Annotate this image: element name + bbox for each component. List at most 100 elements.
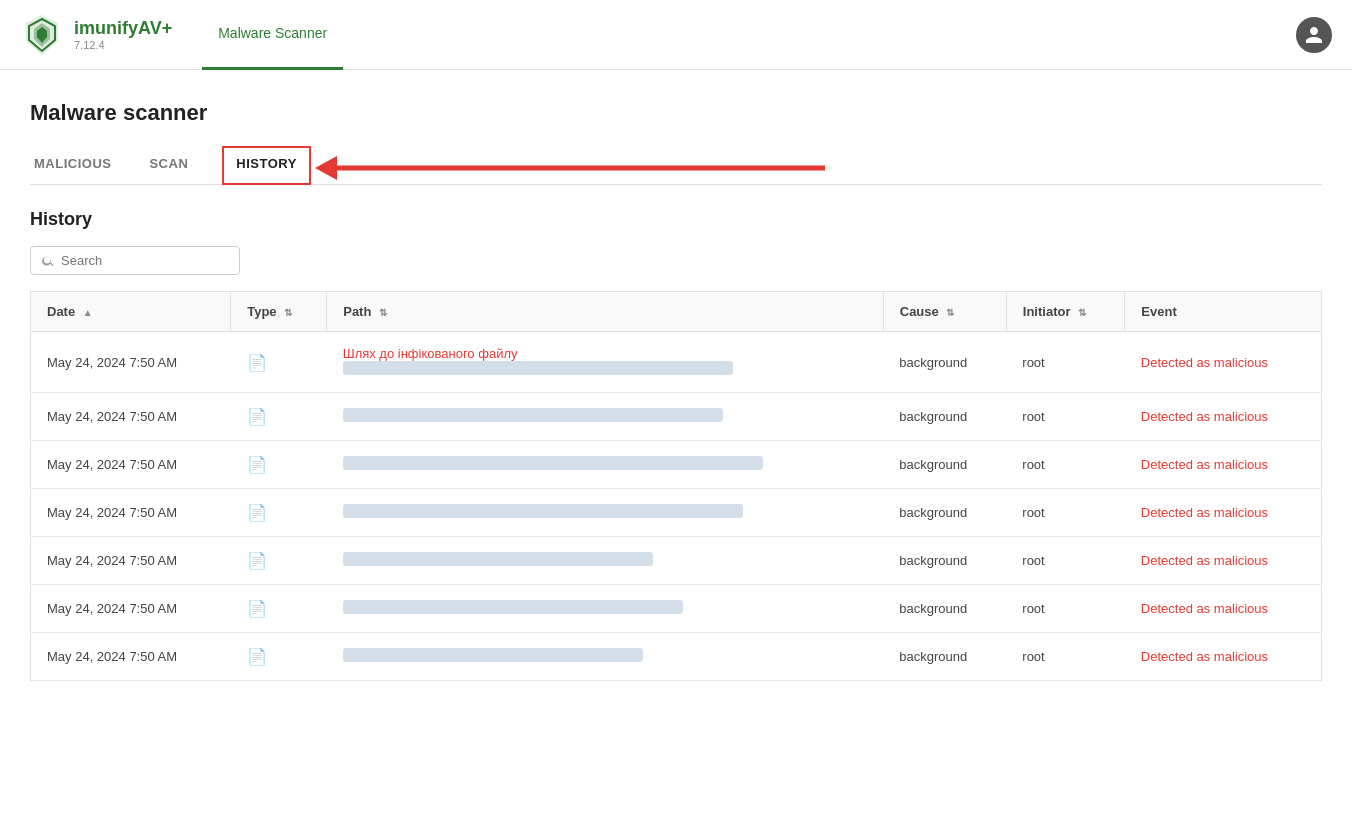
- cell-initiator: root: [1006, 332, 1125, 393]
- cell-type: 📄: [231, 441, 327, 489]
- cell-cause: background: [883, 393, 1006, 441]
- cell-date: May 24, 2024 7:50 AM: [31, 585, 231, 633]
- path-blurred: [343, 552, 653, 566]
- tab-history[interactable]: HISTORY: [222, 146, 311, 185]
- cell-initiator: root: [1006, 441, 1125, 489]
- event-label: Detected as malicious: [1141, 649, 1268, 664]
- sort-icon-date: ▲: [83, 307, 93, 318]
- cell-cause: background: [883, 332, 1006, 393]
- sort-icon-type: ⇅: [284, 307, 292, 318]
- col-path[interactable]: Path ⇅: [327, 292, 884, 332]
- cell-path: Шлях до інфікованого файлу: [327, 332, 884, 393]
- cell-date: May 24, 2024 7:50 AM: [31, 537, 231, 585]
- history-table: Date ▲ Type ⇅ Path ⇅ Cause ⇅ Initiator ⇅…: [30, 291, 1322, 681]
- cell-type: 📄: [231, 633, 327, 681]
- col-type[interactable]: Type ⇅: [231, 292, 327, 332]
- logo-version: 7.12.4: [74, 39, 172, 51]
- event-label: Detected as malicious: [1141, 409, 1268, 424]
- table-row: May 24, 2024 7:50 AM 📄 backgroundroot Detec…: [31, 537, 1322, 585]
- user-icon: [1304, 25, 1324, 45]
- logo-area: imunifyAV+ 7.12.4: [20, 13, 172, 57]
- search-icon: [41, 254, 55, 268]
- cell-date: May 24, 2024 7:50 AM: [31, 633, 231, 681]
- cell-event: Detected as malicious: [1125, 393, 1322, 441]
- cell-event: Detected as malicious: [1125, 489, 1322, 537]
- sort-icon-path: ⇅: [379, 307, 387, 318]
- file-icon: 📄: [247, 552, 267, 569]
- file-icon: 📄: [247, 504, 267, 521]
- event-label: Detected as malicious: [1141, 355, 1268, 370]
- cell-event: Detected as malicious: [1125, 537, 1322, 585]
- event-label: Detected as malicious: [1141, 553, 1268, 568]
- cell-initiator: root: [1006, 585, 1125, 633]
- cell-path: [327, 585, 884, 633]
- col-cause[interactable]: Cause ⇅: [883, 292, 1006, 332]
- page-content: Malware scanner MALICIOUS SCAN HISTORY H…: [0, 70, 1352, 824]
- col-initiator[interactable]: Initiator ⇅: [1006, 292, 1125, 332]
- path-blurred: [343, 408, 723, 422]
- cell-initiator: root: [1006, 489, 1125, 537]
- cell-path: [327, 393, 884, 441]
- path-blurred: [343, 361, 733, 375]
- col-event: Event: [1125, 292, 1322, 332]
- cell-event: Detected as malicious: [1125, 633, 1322, 681]
- cell-path: [327, 441, 884, 489]
- sub-tabs: MALICIOUS SCAN HISTORY: [30, 146, 1322, 185]
- search-input[interactable]: [61, 253, 229, 268]
- path-label: Шлях до інфікованого файлу: [343, 346, 868, 361]
- cell-initiator: root: [1006, 393, 1125, 441]
- cell-type: 📄: [231, 489, 327, 537]
- cell-cause: background: [883, 441, 1006, 489]
- cell-event: Detected as malicious: [1125, 441, 1322, 489]
- cell-path: [327, 489, 884, 537]
- table-row: May 24, 2024 7:50 AM📄 backgroundroot Detec…: [31, 441, 1322, 489]
- cell-type: 📄: [231, 332, 327, 393]
- logo-icon: [20, 13, 64, 57]
- cell-date: May 24, 2024 7:50 AM: [31, 393, 231, 441]
- sort-icon-cause: ⇅: [946, 307, 954, 318]
- app-header: imunifyAV+ 7.12.4 Malware Scanner: [0, 0, 1352, 70]
- table-row: May 24, 2024 7:50 AM📄 backgroundroot Detec…: [31, 633, 1322, 681]
- cell-event: Detected as malicious: [1125, 585, 1322, 633]
- file-icon: 📄: [247, 354, 267, 371]
- cell-cause: background: [883, 489, 1006, 537]
- cell-initiator: root: [1006, 633, 1125, 681]
- logo-text: imunifyAV+ 7.12.4: [74, 18, 172, 52]
- path-blurred: [343, 648, 643, 662]
- tab-malicious[interactable]: MALICIOUS: [30, 146, 115, 185]
- search-box: [30, 246, 240, 275]
- cell-cause: background: [883, 585, 1006, 633]
- cell-type: 📄: [231, 537, 327, 585]
- table-row: May 24, 2024 7:50 AM 📄 backgroundroot Detec…: [31, 585, 1322, 633]
- cell-path: [327, 633, 884, 681]
- path-blurred: [343, 504, 743, 518]
- tab-scan[interactable]: SCAN: [145, 146, 192, 185]
- path-blurred: [343, 456, 763, 470]
- table-row: May 24, 2024 7:50 AM 📄 Шлях до інфікованог…: [31, 332, 1322, 393]
- sort-icon-initiator: ⇅: [1078, 307, 1086, 318]
- cell-event: Detected as malicious: [1125, 332, 1322, 393]
- cell-type: 📄: [231, 585, 327, 633]
- event-label: Detected as malicious: [1141, 457, 1268, 472]
- section-title: History: [30, 209, 1322, 230]
- user-avatar[interactable]: [1296, 17, 1332, 53]
- cell-path: [327, 537, 884, 585]
- cell-cause: background: [883, 537, 1006, 585]
- table-row: May 24, 2024 7:50 AM 📄 backgroundroot Detec…: [31, 489, 1322, 537]
- cell-date: May 24, 2024 7:50 AM: [31, 489, 231, 537]
- path-blurred: [343, 600, 683, 614]
- cell-date: May 24, 2024 7:50 AM: [31, 441, 231, 489]
- table-row: May 24, 2024 7:50 AM 📄 backgroundroot Detec…: [31, 393, 1322, 441]
- cell-type: 📄: [231, 393, 327, 441]
- nav-tab-malware-scanner[interactable]: Malware Scanner: [202, 0, 343, 70]
- event-label: Detected as malicious: [1141, 601, 1268, 616]
- page-title: Malware scanner: [30, 100, 1322, 126]
- logo-brand: imunifyAV+: [74, 18, 172, 40]
- cell-cause: background: [883, 633, 1006, 681]
- col-date[interactable]: Date ▲: [31, 292, 231, 332]
- file-icon: 📄: [247, 408, 267, 425]
- event-label: Detected as malicious: [1141, 505, 1268, 520]
- file-icon: 📄: [247, 600, 267, 617]
- cell-date: May 24, 2024 7:50 AM: [31, 332, 231, 393]
- cell-initiator: root: [1006, 537, 1125, 585]
